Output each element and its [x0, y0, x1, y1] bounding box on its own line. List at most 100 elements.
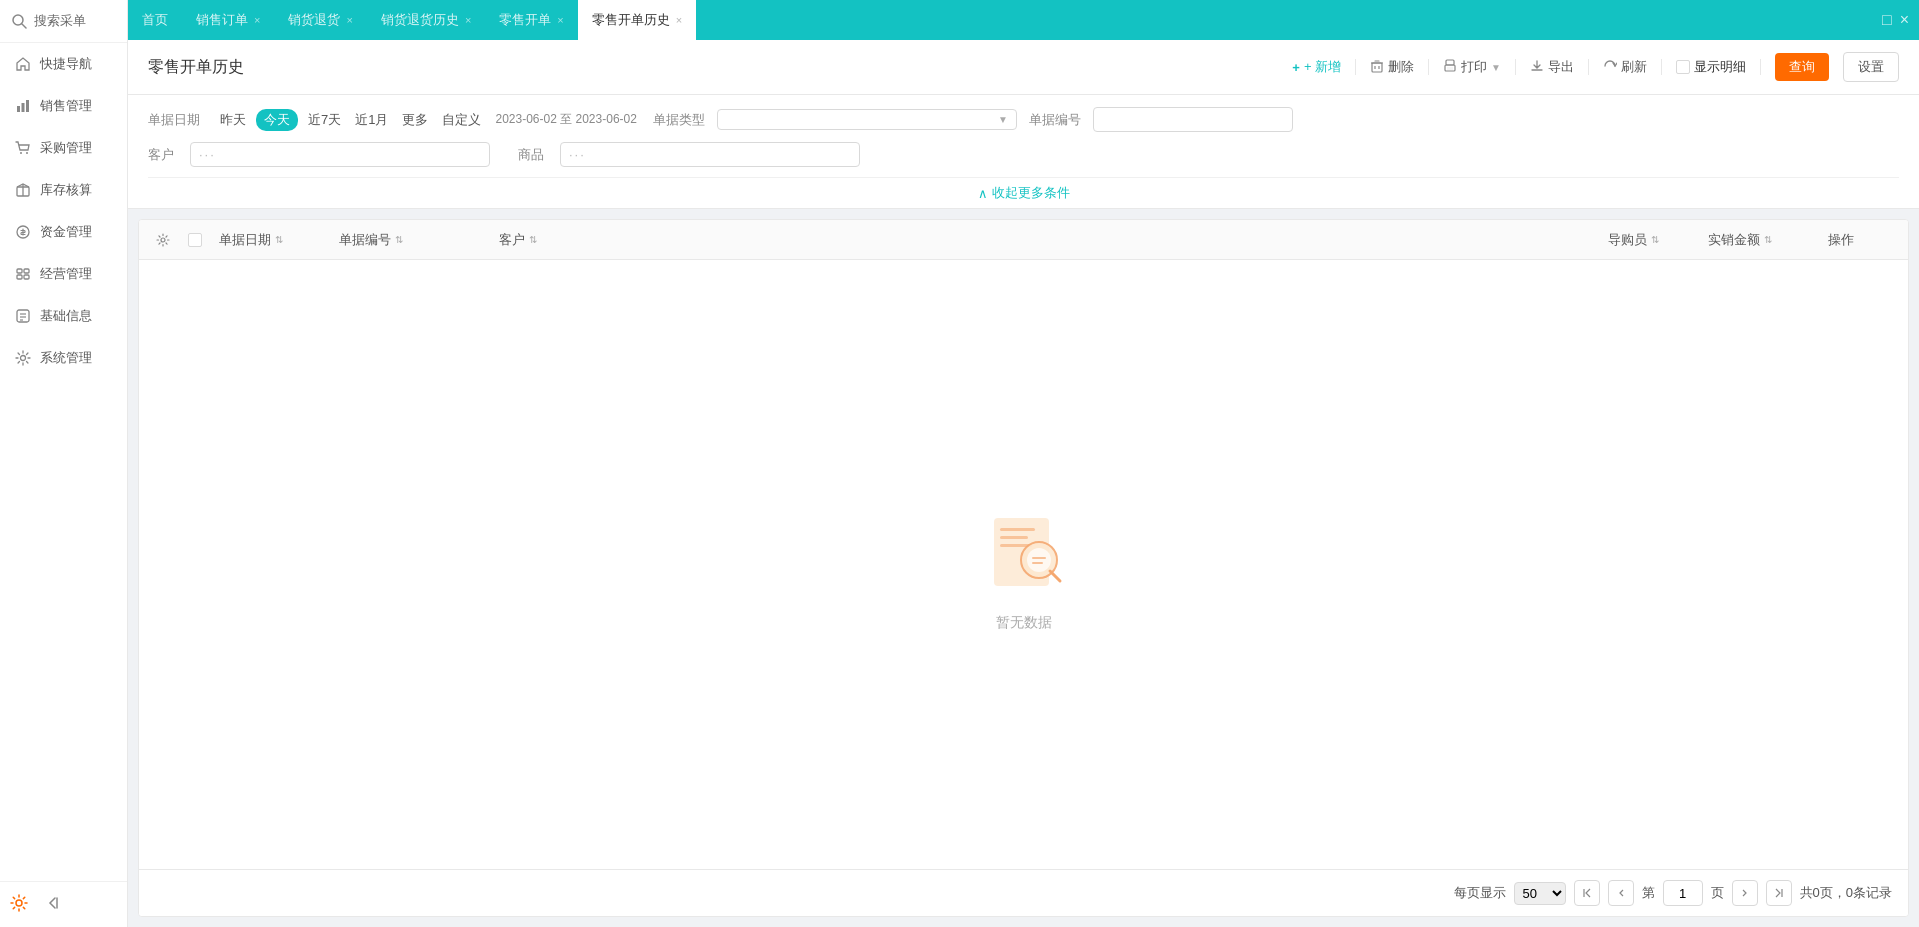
- tab-close-icon[interactable]: ×: [676, 14, 682, 26]
- add-button[interactable]: + + 新增: [1292, 58, 1341, 76]
- date-opt-yesterday[interactable]: 昨天: [216, 109, 250, 131]
- chart-icon: [14, 97, 32, 115]
- tab-retail-open-history[interactable]: 零售开单历史 ×: [578, 0, 696, 40]
- content: 零售开单历史 + + 新增: [128, 40, 1919, 927]
- date-range-value: 2023-06-02 至 2023-06-02: [495, 111, 636, 128]
- customer-label: 客户: [148, 146, 174, 164]
- refresh-icon: [1603, 59, 1617, 76]
- sidebar-item-label: 快捷导航: [40, 55, 92, 73]
- page-di-label: 第: [1642, 884, 1655, 902]
- date-opt-today[interactable]: 今天: [256, 109, 298, 131]
- current-page-input[interactable]: [1663, 880, 1703, 906]
- export-icon: [1530, 59, 1544, 76]
- tab-close-icon[interactable]: ×: [254, 14, 260, 26]
- date-opt-7days[interactable]: 近7天: [304, 109, 345, 131]
- tab-close-icon[interactable]: ×: [346, 14, 352, 26]
- delete-icon: [1370, 59, 1384, 76]
- print-dropdown-icon: ▼: [1491, 62, 1501, 73]
- money-icon: [14, 223, 32, 241]
- management-icon: [14, 265, 32, 283]
- sidebar-item-sales-mgmt[interactable]: 销售管理: [0, 85, 127, 127]
- tab-sales-return[interactable]: 销货退货 ×: [274, 0, 366, 40]
- sidebar-item-finance[interactable]: 资金管理: [0, 211, 127, 253]
- sort-icon: ⇅: [1651, 234, 1659, 245]
- th-no[interactable]: 单据编号 ⇅: [331, 231, 491, 249]
- tab-retail-open[interactable]: 零售开单 ×: [485, 0, 577, 40]
- sidebar: 搜索采单 快捷导航 销售管理 采购管理: [0, 0, 128, 927]
- select-all-checkbox[interactable]: [188, 233, 202, 247]
- sidebar-item-base-info[interactable]: 基础信息: [0, 295, 127, 337]
- footer-gear-icon[interactable]: [10, 894, 28, 915]
- svg-point-29: [161, 238, 165, 242]
- divider: [1760, 59, 1761, 75]
- print-icon: [1443, 59, 1457, 76]
- date-label: 单据日期: [148, 111, 200, 129]
- collapse-button[interactable]: ∧ 收起更多条件: [148, 177, 1899, 208]
- sidebar-item-sys-mgmt[interactable]: 系统管理: [0, 337, 127, 379]
- th-settings[interactable]: [147, 233, 179, 247]
- query-button[interactable]: 查询: [1775, 53, 1829, 81]
- empty-illustration: [974, 498, 1074, 598]
- last-page-button[interactable]: [1766, 880, 1792, 906]
- th-checkbox[interactable]: [179, 233, 211, 247]
- th-date[interactable]: 单据日期 ⇅: [211, 231, 331, 249]
- prev-page-button[interactable]: [1608, 880, 1634, 906]
- sidebar-item-label: 销售管理: [40, 97, 92, 115]
- svg-rect-32: [1000, 536, 1028, 539]
- sort-icon: ⇅: [275, 234, 283, 245]
- customer-input[interactable]: ···: [190, 142, 490, 167]
- sort-icon: ⇅: [529, 234, 537, 245]
- page-title: 零售开单历史: [148, 57, 244, 78]
- total-label: 共0页，0条记录: [1800, 884, 1892, 902]
- date-opt-more[interactable]: 更多: [398, 109, 432, 131]
- display-detail-checkbox[interactable]: [1676, 60, 1690, 74]
- sidebar-item-quick-nav[interactable]: 快捷导航: [0, 43, 127, 85]
- export-button[interactable]: 导出: [1530, 58, 1574, 76]
- svg-rect-13: [24, 275, 29, 279]
- tab-close-icon[interactable]: ×: [465, 14, 471, 26]
- window-restore-icon[interactable]: □: [1882, 11, 1892, 29]
- date-opt-1month[interactable]: 近1月: [351, 109, 392, 131]
- type-select-arrow: ▼: [998, 114, 1008, 125]
- per-page-label: 每页显示: [1454, 884, 1506, 902]
- tab-home[interactable]: 首页: [128, 0, 182, 40]
- filter-area: 单据日期 昨天 今天 近7天 近1月 更多 自定义 2023-06-02 至 2…: [128, 95, 1919, 209]
- tab-sales-order[interactable]: 销售订单 ×: [182, 0, 274, 40]
- per-page-select[interactable]: 50 20 100: [1514, 882, 1566, 905]
- th-guide[interactable]: 导购员 ⇅: [1600, 231, 1700, 249]
- print-button[interactable]: 打印 ▼: [1443, 58, 1501, 76]
- refresh-button[interactable]: 刷新: [1603, 58, 1647, 76]
- delete-button[interactable]: 删除: [1370, 58, 1414, 76]
- no-input[interactable]: [1093, 107, 1293, 132]
- display-detail-toggle[interactable]: 显示明细: [1676, 58, 1746, 76]
- next-page-button[interactable]: [1732, 880, 1758, 906]
- divider: [1355, 59, 1356, 75]
- collapse-up-icon: ∧: [978, 186, 988, 201]
- search-icon: [10, 12, 28, 30]
- th-amount[interactable]: 实销金额 ⇅: [1700, 231, 1820, 249]
- sidebar-item-inventory[interactable]: 库存核算: [0, 169, 127, 211]
- settings-button[interactable]: 设置: [1843, 52, 1899, 82]
- window-close-icon[interactable]: ×: [1900, 11, 1909, 29]
- date-opt-custom[interactable]: 自定义: [438, 109, 485, 131]
- svg-rect-10: [17, 269, 22, 273]
- sidebar-item-purchase-mgmt[interactable]: 采购管理: [0, 127, 127, 169]
- sidebar-footer: [0, 881, 127, 927]
- divider: [1428, 59, 1429, 75]
- sidebar-item-operation[interactable]: 经营管理: [0, 253, 127, 295]
- svg-point-35: [1027, 548, 1051, 572]
- svg-rect-21: [1372, 63, 1382, 72]
- date-options: 昨天 今天 近7天 近1月 更多 自定义 2023-06-02 至 2023-0…: [216, 109, 637, 131]
- svg-rect-11: [24, 269, 29, 273]
- tab-sales-return-history[interactable]: 销货退货历史 ×: [367, 0, 485, 40]
- th-customer[interactable]: 客户 ⇅: [491, 231, 1600, 249]
- settings-icon: [14, 349, 32, 367]
- type-select[interactable]: ▼: [717, 109, 1017, 130]
- sidebar-search[interactable]: 搜索采单: [0, 0, 127, 43]
- first-page-button[interactable]: [1574, 880, 1600, 906]
- tab-close-icon[interactable]: ×: [557, 14, 563, 26]
- page-header: 零售开单历史 + + 新增: [128, 40, 1919, 95]
- footer-collapse-icon[interactable]: [44, 894, 62, 915]
- goods-input[interactable]: ···: [560, 142, 860, 167]
- svg-point-18: [21, 356, 26, 361]
